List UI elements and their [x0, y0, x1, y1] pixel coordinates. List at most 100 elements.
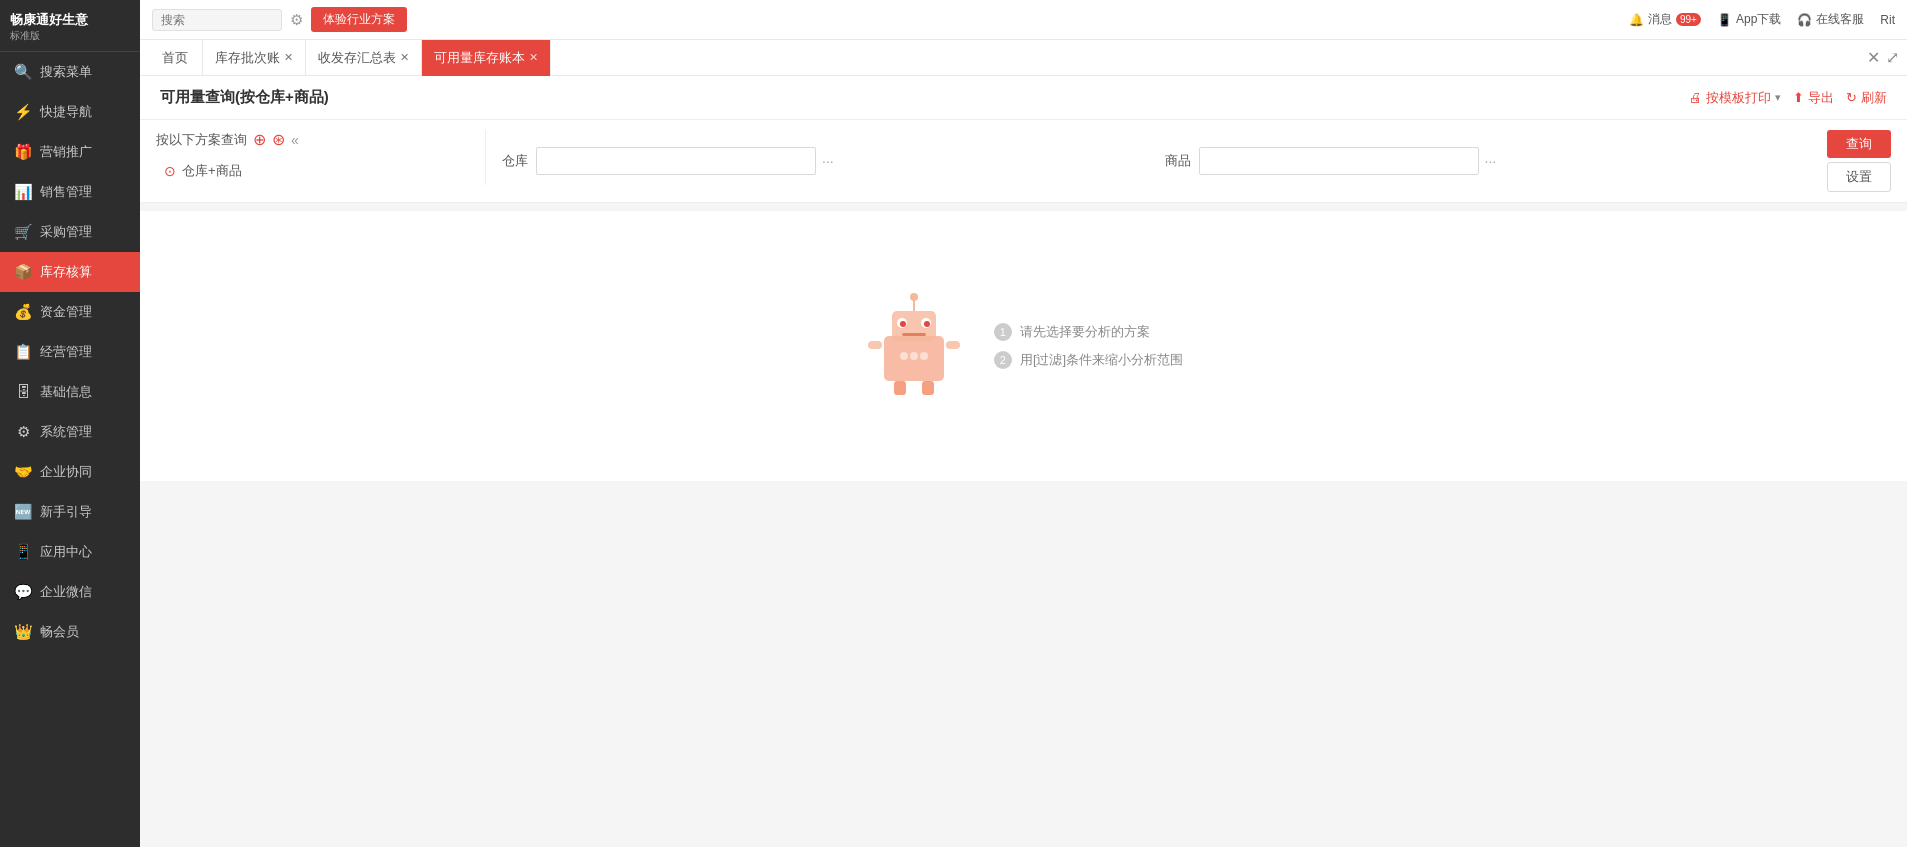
- maximize-tab-button[interactable]: ⤢: [1886, 48, 1899, 67]
- sidebar-item-purchase[interactable]: 🛒 采购管理: [0, 212, 140, 252]
- main-content: ⚙ 体验行业方案 🔔 消息 99+ 📱 App下载 🎧 在线客服 Rit: [140, 0, 1907, 847]
- sidebar-item-search[interactable]: 🔍 搜索菜单: [0, 52, 140, 92]
- export-button[interactable]: ⬆ 导出: [1793, 89, 1834, 107]
- sidebar-label-purchase: 采购管理: [40, 223, 92, 241]
- filter-actions: 查询 设置: [1827, 130, 1891, 192]
- tip-num-2: 2: [994, 351, 1012, 369]
- topbar: ⚙ 体验行业方案 🔔 消息 99+ 📱 App下载 🎧 在线客服 Rit: [140, 0, 1907, 40]
- search-input[interactable]: [152, 9, 282, 31]
- svg-rect-9: [894, 381, 906, 395]
- message-button[interactable]: 🔔 消息 99+: [1629, 11, 1701, 28]
- sidebar-label-appcenter: 应用中心: [40, 543, 92, 561]
- warehouse-input[interactable]: [536, 147, 816, 175]
- app-download-button[interactable]: 📱 App下载: [1717, 11, 1781, 28]
- sidebar-item-inventory[interactable]: 📦 库存核算: [0, 252, 140, 292]
- empty-illustration: [864, 291, 964, 401]
- sidebar-item-member[interactable]: 👑 畅会员: [0, 612, 140, 652]
- trial-button[interactable]: 体验行业方案: [311, 7, 407, 32]
- close-tab-button[interactable]: ✕: [1867, 48, 1880, 67]
- sidebar-item-enterprise[interactable]: 🤝 企业协同: [0, 452, 140, 492]
- gear-icon[interactable]: ⚙: [290, 11, 303, 29]
- close-batch-tab[interactable]: ✕: [284, 51, 293, 64]
- goods-field: 商品 ···: [1165, 147, 1812, 175]
- goods-input[interactable]: [1199, 147, 1479, 175]
- svg-point-15: [920, 352, 928, 360]
- sidebar-label-enterprise: 企业协同: [40, 463, 92, 481]
- empty-tip-2: 2 用[过滤]条件来缩小分析范围: [994, 351, 1183, 369]
- gear-icon: ⚙: [14, 423, 32, 441]
- svg-point-8: [910, 293, 918, 301]
- export-icon: ⬆: [1793, 90, 1804, 105]
- svg-rect-12: [946, 341, 960, 349]
- page-header: 可用量查询(按仓库+商品) 🖨 按模板打印 ▾ ⬆ 导出 ↻ 刷新: [140, 76, 1907, 120]
- add-scheme-icon[interactable]: ⊕: [253, 130, 266, 149]
- collapse-icon[interactable]: «: [291, 132, 299, 148]
- svg-rect-10: [922, 381, 934, 395]
- sidebar-label-search: 搜索菜单: [40, 63, 92, 81]
- brand-name: 畅康通好生意: [10, 12, 130, 29]
- sidebar-item-system[interactable]: ⚙ 系统管理: [0, 412, 140, 452]
- sidebar-label-marketing: 营销推广: [40, 143, 92, 161]
- sidebar-label-member: 畅会员: [40, 623, 79, 641]
- close-available-tab[interactable]: ✕: [529, 51, 538, 64]
- sidebar-item-appcenter[interactable]: 📱 应用中心: [0, 532, 140, 572]
- phone-icon: 📱: [1717, 13, 1732, 27]
- sidebar-item-basic[interactable]: 🗄 基础信息: [0, 372, 140, 412]
- sidebar: 畅康通好生意 标准版 🔍 搜索菜单 ⚡ 快捷导航 🎁 营销推广 📊 销售管理: [0, 0, 140, 847]
- printer-icon: 🖨: [1689, 90, 1702, 105]
- sidebar-label-basic: 基础信息: [40, 383, 92, 401]
- tab-available[interactable]: 可用量库存账本 ✕: [422, 40, 551, 76]
- close-summary-tab[interactable]: ✕: [400, 51, 409, 64]
- refresh-button[interactable]: ↻ 刷新: [1846, 89, 1887, 107]
- box-icon: 📦: [14, 263, 32, 281]
- page-content: 可用量查询(按仓库+商品) 🖨 按模板打印 ▾ ⬆ 导出 ↻ 刷新: [140, 76, 1907, 847]
- refresh-label: 刷新: [1861, 89, 1887, 107]
- sidebar-label-inventory: 库存核算: [40, 263, 92, 281]
- bell-icon: 🔔: [1629, 13, 1644, 27]
- sidebar-nav: 🔍 搜索菜单 ⚡ 快捷导航 🎁 营销推广 📊 销售管理 🛒 采购管理 📦: [0, 52, 140, 847]
- sidebar-item-operations[interactable]: 📋 经营管理: [0, 332, 140, 372]
- sidebar-item-marketing[interactable]: 🎁 营销推广: [0, 132, 140, 172]
- sidebar-label-guide: 新手引导: [40, 503, 92, 521]
- warehouse-more-icon[interactable]: ···: [822, 153, 834, 169]
- query-button[interactable]: 查询: [1827, 130, 1891, 158]
- scheme-item-warehouse-goods[interactable]: ⊙ 仓库+商品: [156, 157, 473, 185]
- settings-scheme-icon[interactable]: ⊛: [272, 130, 285, 149]
- tab-summary-label: 收发存汇总表: [318, 49, 396, 67]
- scheme-circle-icon: ⊙: [164, 163, 176, 179]
- sidebar-item-guide[interactable]: 🆕 新手引导: [0, 492, 140, 532]
- tab-batch[interactable]: 库存批次账 ✕: [203, 40, 306, 76]
- sidebar-item-quicknav[interactable]: ⚡ 快捷导航: [0, 92, 140, 132]
- filter-settings-button[interactable]: 设置: [1827, 162, 1891, 192]
- headset-icon: 🎧: [1797, 13, 1812, 27]
- cart-icon: 🛒: [14, 223, 32, 241]
- tabs-bar: 首页 库存批次账 ✕ 收发存汇总表 ✕ 可用量库存账本 ✕ ✕ ⤢: [140, 40, 1907, 76]
- tip-text-2: 用[过滤]条件来缩小分析范围: [1020, 351, 1183, 369]
- database-icon: 🗄: [14, 383, 32, 400]
- tabs-right-controls: ✕ ⤢: [1867, 48, 1899, 67]
- page-header-actions: 🖨 按模板打印 ▾ ⬆ 导出 ↻ 刷新: [1689, 89, 1887, 107]
- filter-row-1: 仓库 ··· 商品 ··· 查询 设置: [502, 130, 1891, 192]
- goods-more-icon[interactable]: ···: [1485, 153, 1497, 169]
- tab-available-label: 可用量库存账本: [434, 49, 525, 67]
- sidebar-item-wechat[interactable]: 💬 企业微信: [0, 572, 140, 612]
- user-menu-button[interactable]: Rit: [1880, 13, 1895, 27]
- sidebar-item-sales[interactable]: 📊 销售管理: [0, 172, 140, 212]
- mobile-icon: 📱: [14, 543, 32, 561]
- service-label: 在线客服: [1816, 11, 1864, 28]
- filter-header-label: 按以下方案查询: [156, 131, 247, 149]
- filter-right-panel: 仓库 ··· 商品 ··· 查询 设置: [486, 130, 1891, 192]
- sidebar-item-finance[interactable]: 💰 资金管理: [0, 292, 140, 332]
- new-icon: 🆕: [14, 503, 32, 521]
- print-label: 按模板打印: [1706, 89, 1771, 107]
- tab-summary[interactable]: 收发存汇总表 ✕: [306, 40, 422, 76]
- gift-icon: 🎁: [14, 143, 32, 161]
- print-button[interactable]: 🖨 按模板打印 ▾: [1689, 89, 1781, 107]
- tab-home[interactable]: 首页: [148, 40, 203, 76]
- tip-num-1: 1: [994, 323, 1012, 341]
- svg-point-13: [900, 352, 908, 360]
- chevron-down-icon: ▾: [1775, 91, 1781, 104]
- customer-service-button[interactable]: 🎧 在线客服: [1797, 11, 1864, 28]
- empty-inner: 1 请先选择要分析的方案 2 用[过滤]条件来缩小分析范围: [864, 291, 1183, 401]
- filter-scheme-header: 按以下方案查询 ⊕ ⊛ «: [156, 130, 473, 149]
